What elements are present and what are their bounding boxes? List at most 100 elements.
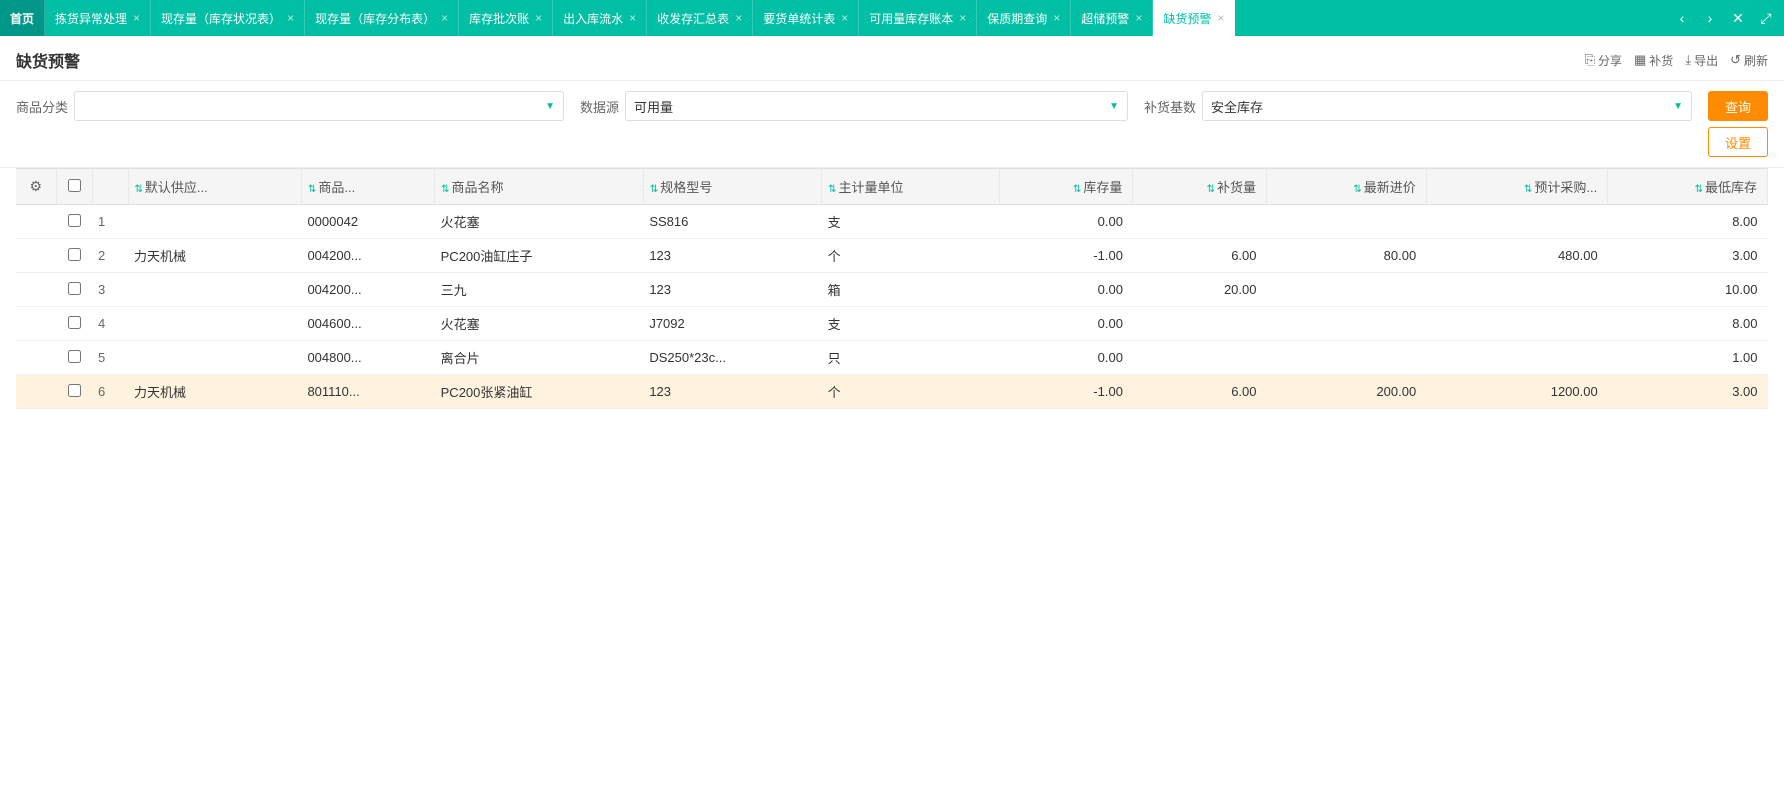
share-icon: ⎘ [1585,52,1595,68]
nav-next-button[interactable]: › [1696,4,1724,32]
close-tab-inventory-dist[interactable]: × [441,11,448,25]
row-estimated-purchase [1426,341,1608,375]
page-title: 缺货预警 [16,48,80,72]
refresh-button[interactable]: ↺ 刷新 [1730,52,1768,69]
row-min-stock: 3.00 [1608,239,1768,273]
sort-estimated-icon: ⇅ [1524,184,1532,195]
close-tab-batch-account[interactable]: × [535,11,542,25]
row-supplier: 力天机械 [128,375,301,409]
close-tab-available-ledger[interactable]: × [959,11,966,25]
row-product-name: 火花塞 [435,205,644,239]
nav-close-button[interactable]: ✕ [1724,4,1752,32]
replenish-button[interactable]: ▦ 补货 [1634,52,1673,69]
nav-prev-button[interactable]: ‹ [1668,4,1696,32]
table-header-row: ⚙ ⇅默认供应... ⇅商品... ⇅商品名称 [16,169,1768,205]
close-tab-order-stats[interactable]: × [841,11,848,25]
row-gear-cell [16,239,56,273]
row-checkbox-1[interactable] [68,248,81,261]
row-checkbox-3[interactable] [68,316,81,329]
page-header: 缺货预警 ⎘ 分享 ▦ 补货 ⤓ 导出 ↺ 刷新 [0,36,1784,81]
row-checkbox-cell [56,341,92,375]
nav-tab-inout-flow[interactable]: 出入库流水 × [553,0,647,36]
row-gear-cell [16,205,56,239]
replenish-base-label: 补货基数 [1144,97,1196,116]
nav-controls: ‹ › ✕ ⤢ [1668,4,1784,32]
row-replenish [1133,307,1267,341]
row-checkbox-4[interactable] [68,350,81,363]
col-settings[interactable]: ⚙ [16,169,56,205]
row-checkbox-cell [56,205,92,239]
category-select[interactable]: ▼ [74,91,564,121]
row-gear-cell [16,307,56,341]
row-gear-cell [16,273,56,307]
row-product-code: 801110... [301,375,434,409]
row-checkbox-2[interactable] [68,282,81,295]
nav-tab-batch-account[interactable]: 库存批次账 × [459,0,553,36]
close-tab-inventory-status[interactable]: × [287,11,294,25]
close-tab-exception[interactable]: × [133,11,140,25]
row-unit: 支 [822,307,1000,341]
datasource-select[interactable]: 可用量 ▼ [625,91,1128,121]
replenish-icon: ▦ [1634,52,1646,68]
close-tab-inout-flow[interactable]: × [629,11,636,25]
export-button[interactable]: ⤓ 导出 [1685,52,1718,69]
col-min-stock[interactable]: ⇅最低库存 [1608,169,1768,205]
close-tab-collect-account[interactable]: × [735,11,742,25]
nav-tab-home[interactable]: 首页 [0,0,45,36]
nav-tab-expiry-query[interactable]: 保质期查询 × [977,0,1071,36]
replenish-base-value: 安全库存 [1211,97,1263,116]
nav-tab-inventory-status[interactable]: 现存量（库存状况表） × [151,0,305,36]
col-product-code[interactable]: ⇅商品... [301,169,434,205]
select-all-checkbox[interactable] [68,179,81,192]
close-tab-overstock[interactable]: × [1135,11,1142,25]
col-spec[interactable]: ⇅规格型号 [643,169,821,205]
header-actions: ⎘ 分享 ▦ 补货 ⤓ 导出 ↺ 刷新 [1585,52,1768,69]
nav-tab-overstock[interactable]: 超储预警 × [1071,0,1153,36]
col-latest-price[interactable]: ⇅最新进价 [1267,169,1427,205]
row-product-code: 0000042 [301,205,434,239]
col-supplier[interactable]: ⇅默认供应... [128,169,301,205]
settings-gear-icon[interactable]: ⚙ [29,178,42,194]
col-row-num [92,169,128,205]
row-latest-price: 200.00 [1267,375,1427,409]
col-stock[interactable]: ⇅库存量 [999,169,1133,205]
table-body: 1 0000042 火花塞 SS816 支 0.00 8.00 2 力天机械 0… [16,205,1768,409]
nav-tab-collect-account[interactable]: 收发存汇总表 × [647,0,753,36]
share-button[interactable]: ⎘ 分享 [1585,52,1622,69]
row-number: 4 [92,307,128,341]
col-unit[interactable]: ⇅主计量单位 [822,169,1000,205]
nav-tab-inventory-dist[interactable]: 现存量（库存分布表） × [305,0,459,36]
close-tab-expiry-query[interactable]: × [1053,11,1060,25]
row-spec: DS250*23c... [643,341,821,375]
nav-tab-shortage[interactable]: 缺货预警 × [1153,0,1235,36]
row-unit: 箱 [822,273,1000,307]
row-replenish: 20.00 [1133,273,1267,307]
row-estimated-purchase: 480.00 [1426,239,1608,273]
nav-maximize-button[interactable]: ⤢ [1752,4,1780,32]
nav-tab-exception[interactable]: 拣货异常处理 × [45,0,151,36]
table-row: 1 0000042 火花塞 SS816 支 0.00 8.00 [16,205,1768,239]
row-stock: -1.00 [999,239,1133,273]
row-supplier: 力天机械 [128,239,301,273]
row-checkbox-5[interactable] [68,384,81,397]
col-product-name[interactable]: ⇅商品名称 [435,169,644,205]
data-table-container: ⚙ ⇅默认供应... ⇅商品... ⇅商品名称 [0,168,1784,409]
replenish-base-select[interactable]: 安全库存 ▼ [1202,91,1692,121]
row-latest-price [1267,273,1427,307]
sort-replenish-icon: ⇅ [1207,184,1215,195]
nav-tab-order-stats[interactable]: 要货单统计表 × [753,0,859,36]
close-tab-shortage[interactable]: × [1217,11,1224,25]
col-replenish[interactable]: ⇅补货量 [1133,169,1267,205]
row-min-stock: 8.00 [1608,307,1768,341]
row-product-name: 离合片 [435,341,644,375]
settings-button[interactable]: 设置 [1708,127,1768,157]
nav-tab-available-ledger[interactable]: 可用量库存账本 × [859,0,977,36]
main-content: 缺货预警 ⎘ 分享 ▦ 补货 ⤓ 导出 ↺ 刷新 商品分类 [0,36,1784,796]
row-checkbox-0[interactable] [68,214,81,227]
table-row: 3 004200... 三九 123 箱 0.00 20.00 10.00 [16,273,1768,307]
row-supplier [128,341,301,375]
category-label: 商品分类 [16,97,68,116]
col-estimated-purchase[interactable]: ⇅预计采购... [1426,169,1608,205]
col-checkbox [56,169,92,205]
query-button[interactable]: 查询 [1708,91,1768,121]
